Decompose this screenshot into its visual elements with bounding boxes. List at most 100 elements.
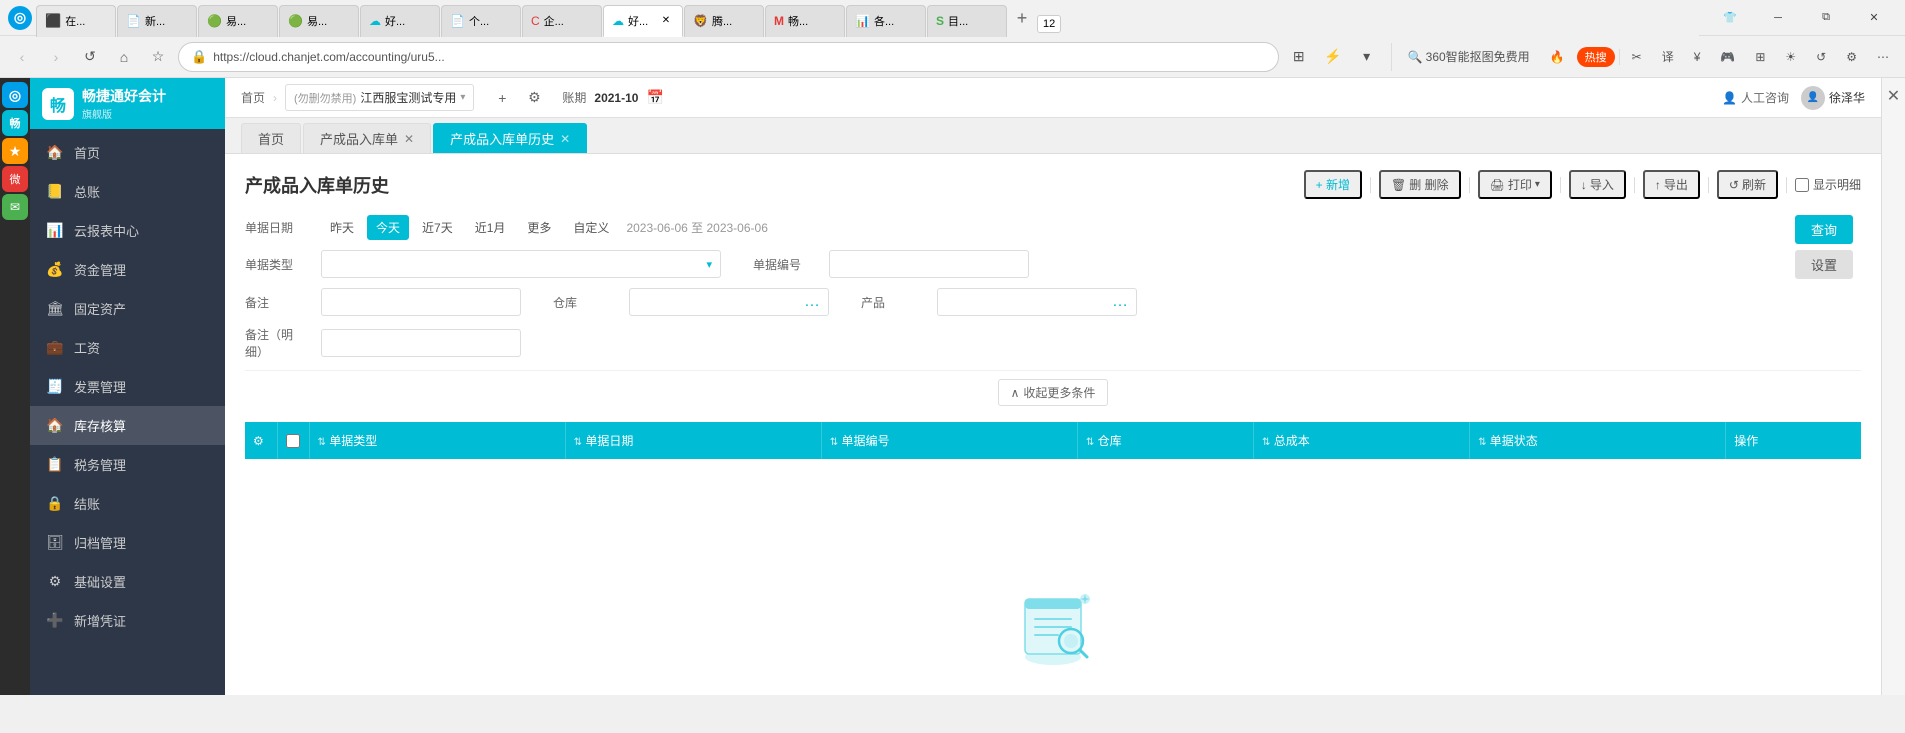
type-filter-select[interactable]: ▾ xyxy=(321,250,721,278)
sidebar-item-inventory[interactable]: 🏠 库存核算 xyxy=(30,406,225,445)
theme-btn[interactable]: ☀ xyxy=(1777,43,1804,71)
dropdown-icon[interactable]: ▾ xyxy=(1353,43,1381,71)
page-tab-home[interactable]: 首页 xyxy=(241,123,301,153)
search-toolbar-btn[interactable]: 🔍 360智能抠图免费用 xyxy=(1400,43,1538,71)
today-btn[interactable]: 今天 xyxy=(367,215,409,240)
sidebar-item-funds[interactable]: 💰 资金管理 xyxy=(30,250,225,289)
th-date[interactable]: ⇅ 单据日期 xyxy=(565,422,821,459)
settings-toolbar-btn[interactable]: ⚙ xyxy=(1838,43,1865,71)
warehouse-ellipsis[interactable]: … xyxy=(804,293,820,311)
import-button[interactable]: ↓ 导入 xyxy=(1569,170,1626,199)
app-icon-mail[interactable]: ✉ xyxy=(2,194,28,220)
print-button[interactable]: 🖨 打印 ▾ xyxy=(1478,170,1552,199)
browser-tab-11[interactable]: 📊 各... xyxy=(846,5,926,37)
product-filter-input[interactable]: … xyxy=(937,288,1137,316)
restore-button[interactable]: ⧉ xyxy=(1803,0,1849,36)
page-tab-inventory-list[interactable]: 产成品入库单 ✕ xyxy=(303,123,431,153)
currency-btn[interactable]: ¥ xyxy=(1686,43,1709,71)
browser-tab-2[interactable]: 📄 新... xyxy=(117,5,197,37)
warehouse-filter-input[interactable]: … xyxy=(629,288,829,316)
th-total-cost[interactable]: ⇅ 总成本 xyxy=(1253,422,1469,459)
browser-tab-8[interactable]: ☁ 好... ✕ xyxy=(603,5,683,37)
close-window-button[interactable]: ✕ xyxy=(1851,0,1897,36)
browser-tab-12[interactable]: S 目... xyxy=(927,5,1007,37)
th-warehouse[interactable]: ⇅ 仓库 xyxy=(1077,422,1253,459)
refresh-button[interactable]: ↺ xyxy=(76,43,104,71)
home-button[interactable]: ⌂ xyxy=(110,43,138,71)
th-settings[interactable]: ⚙ xyxy=(245,422,277,459)
app-icon-weibo[interactable]: 微 xyxy=(2,166,28,192)
query-button[interactable]: 查询 xyxy=(1795,215,1853,244)
scissors-btn[interactable]: ✂ xyxy=(1624,43,1650,71)
browser-tab-4[interactable]: 🟢 易... xyxy=(279,5,359,37)
th-number[interactable]: ⇅ 单据编号 xyxy=(821,422,1077,459)
export-button[interactable]: ↑ 导出 xyxy=(1643,170,1700,199)
more-toolbar-btn[interactable]: ⋯ xyxy=(1869,43,1897,71)
page-tab-inventory-history[interactable]: 产成品入库单历史 ✕ xyxy=(433,123,587,153)
refresh-button[interactable]: ↺ 刷新 xyxy=(1717,170,1778,199)
yesterday-btn[interactable]: 昨天 xyxy=(321,215,363,240)
hot-search-btn[interactable]: 热搜 xyxy=(1577,47,1615,67)
breadcrumb-home[interactable]: 首页 xyxy=(241,89,265,106)
sidebar-item-ledger[interactable]: 📒 总账 xyxy=(30,172,225,211)
browser-tab-6[interactable]: 📄 个... xyxy=(441,5,521,37)
more-btn[interactable]: 更多 xyxy=(518,215,560,240)
sidebar-item-payroll[interactable]: 💼 工资 xyxy=(30,328,225,367)
gear-icon[interactable]: ⚙ xyxy=(253,434,264,448)
delete-button[interactable]: 🗑 删 删除 xyxy=(1379,170,1461,199)
browser-tab-9[interactable]: 🦁 腾... xyxy=(684,5,764,37)
company-selector[interactable]: (勿删勿禁用) 江西服宝测试专用 ▾ xyxy=(285,84,474,111)
right-panel-close-btn[interactable]: ✕ xyxy=(1887,86,1900,106)
sidebar-item-reports[interactable]: 📊 云报表中心 xyxy=(30,211,225,250)
app-icon-star[interactable]: ★ xyxy=(2,138,28,164)
new-tab-button[interactable]: + xyxy=(1008,5,1036,33)
refresh-toolbar-btn[interactable]: ↺ xyxy=(1808,43,1834,71)
sidebar-item-home[interactable]: 🏠 首页 xyxy=(30,133,225,172)
detail-remark-input[interactable] xyxy=(321,329,521,357)
game-btn[interactable]: 🎮 xyxy=(1712,43,1743,71)
app-icon-cj[interactable]: 畅 xyxy=(2,110,28,136)
url-bar[interactable]: 🔒 https://cloud.chanjet.com/accounting/u… xyxy=(178,42,1279,72)
page-tab-history-close-icon[interactable]: ✕ xyxy=(560,132,570,146)
show-detail-checkbox[interactable] xyxy=(1795,178,1809,192)
shirt-icon[interactable]: 👕 xyxy=(1707,0,1753,36)
company-settings-btn[interactable]: ⚙ xyxy=(522,86,546,110)
select-all-checkbox[interactable] xyxy=(286,434,300,448)
translate-btn[interactable]: 译 xyxy=(1654,43,1682,71)
th-checkbox[interactable] xyxy=(277,422,309,459)
browser-tab-3[interactable]: 🟢 易... xyxy=(198,5,278,37)
add-company-btn[interactable]: + xyxy=(490,86,514,110)
filter-settings-button[interactable]: 设置 xyxy=(1795,250,1853,279)
last-month-btn[interactable]: 近1月 xyxy=(466,215,515,240)
show-detail-toggle[interactable]: 显示明细 xyxy=(1795,176,1861,193)
minimize-button[interactable]: ─ xyxy=(1755,0,1801,36)
sidebar-item-basic[interactable]: ⚙ 基础设置 xyxy=(30,562,225,601)
collapse-button[interactable]: ∧ 收起更多条件 xyxy=(998,379,1109,406)
bookmark-button[interactable]: ☆ xyxy=(144,43,172,71)
browser-tab-10[interactable]: M 畅... xyxy=(765,5,845,37)
th-status[interactable]: ⇅ 单据状态 xyxy=(1470,422,1726,459)
sidebar-item-close-account[interactable]: 🔒 结账 xyxy=(30,484,225,523)
sidebar-item-invoice[interactable]: 🧾 发票管理 xyxy=(30,367,225,406)
browser-tab-1[interactable]: ⬛ 在... xyxy=(36,5,116,37)
custom-btn[interactable]: 自定义 xyxy=(564,215,618,240)
grid-btn[interactable]: ⊞ xyxy=(1747,43,1773,71)
tab-close-icon[interactable]: ✕ xyxy=(658,13,674,29)
page-tab-close-icon[interactable]: ✕ xyxy=(404,132,414,146)
th-type[interactable]: ⇅ 单据类型 xyxy=(309,422,565,459)
add-button[interactable]: + 新增 xyxy=(1304,170,1362,199)
product-ellipsis[interactable]: … xyxy=(1112,293,1128,311)
sidebar-item-new-voucher[interactable]: ➕ 新增凭证 xyxy=(30,601,225,640)
lightning-icon[interactable]: ⚡ xyxy=(1319,43,1347,71)
sidebar-item-archive[interactable]: 🗄 归档管理 xyxy=(30,523,225,562)
human-service-btn[interactable]: 👤 人工咨询 xyxy=(1722,89,1789,106)
sidebar-item-tax[interactable]: 📋 税务管理 xyxy=(30,445,225,484)
remark-filter-input[interactable] xyxy=(321,288,521,316)
app-icon-360[interactable]: ◎ xyxy=(2,82,28,108)
calendar-icon[interactable]: 📅 xyxy=(646,89,663,106)
browser-tab-7[interactable]: C 企... xyxy=(522,5,602,37)
grid-icon[interactable]: ⊞ xyxy=(1285,43,1313,71)
sidebar-item-assets[interactable]: 🏛 固定资产 xyxy=(30,289,225,328)
number-filter-input[interactable] xyxy=(829,250,1029,278)
last7-btn[interactable]: 近7天 xyxy=(413,215,462,240)
